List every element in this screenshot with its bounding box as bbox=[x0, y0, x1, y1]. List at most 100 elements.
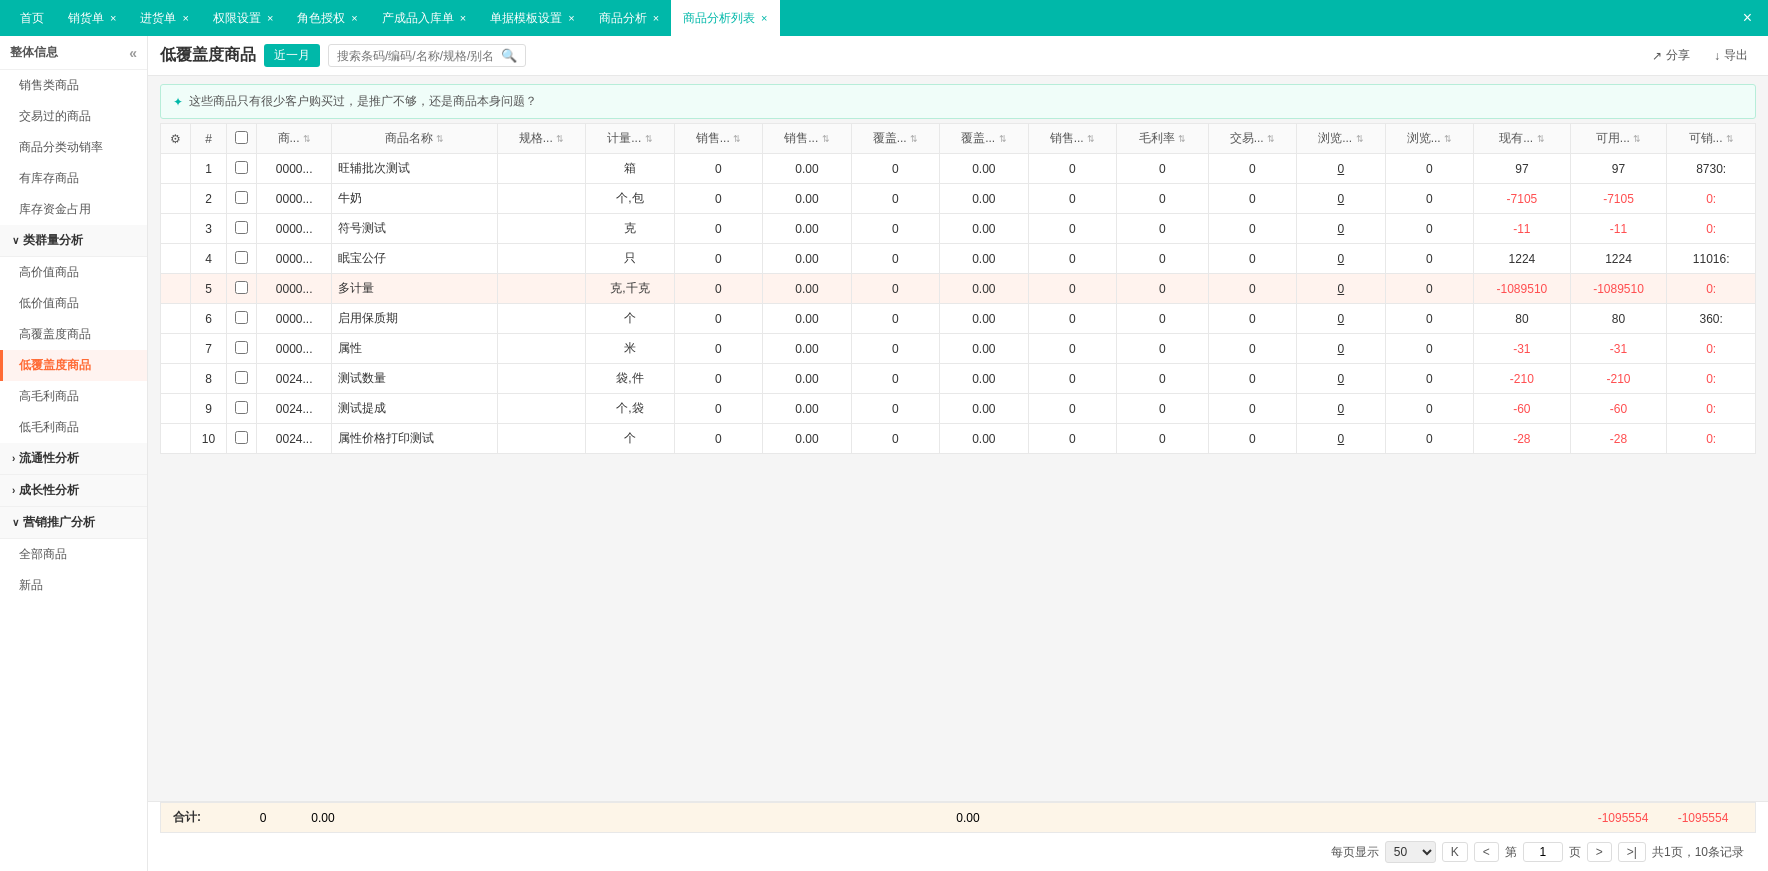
sidebar-item-low-gross[interactable]: 低毛利商品 bbox=[0, 412, 147, 443]
nav-permission-settings[interactable]: 权限设置 × bbox=[201, 0, 285, 36]
row-sales2-5: 0.00 bbox=[763, 304, 851, 334]
unit-col-header[interactable]: 计量... ⇅ bbox=[586, 124, 674, 154]
row-browse1-7[interactable]: 0 bbox=[1297, 364, 1385, 394]
row-settings-8[interactable] bbox=[161, 394, 191, 424]
sidebar-item-all-goods[interactable]: 全部商品 bbox=[0, 539, 147, 570]
nav-sales-order[interactable]: 销货单 × bbox=[56, 0, 128, 36]
sidebar-item-high-coverage[interactable]: 高覆盖度商品 bbox=[0, 319, 147, 350]
row-saleable-4: 0: bbox=[1667, 274, 1756, 304]
gross-col-header[interactable]: 毛利率 ⇅ bbox=[1117, 124, 1209, 154]
row-browse1-5[interactable]: 0 bbox=[1297, 304, 1385, 334]
row-check-2[interactable] bbox=[227, 214, 257, 244]
last-page-button[interactable]: >| bbox=[1618, 842, 1646, 862]
window-close-button[interactable]: × bbox=[1735, 9, 1760, 27]
sales1-col-header[interactable]: 销售... ⇅ bbox=[674, 124, 762, 154]
search-input[interactable] bbox=[337, 49, 497, 63]
search-icon[interactable]: 🔍 bbox=[501, 48, 517, 63]
nav-product-analysis[interactable]: 商品分析 × bbox=[587, 0, 671, 36]
row-settings-1[interactable] bbox=[161, 184, 191, 214]
first-page-button[interactable]: K bbox=[1442, 842, 1468, 862]
sidebar-item-new-goods[interactable]: 新品 bbox=[0, 570, 147, 601]
sidebar-item-low-value[interactable]: 低价值商品 bbox=[0, 288, 147, 319]
sidebar-item-traded-goods[interactable]: 交易过的商品 bbox=[0, 101, 147, 132]
nav-close-template[interactable]: × bbox=[568, 12, 574, 24]
settings-col-header[interactable]: ⚙ bbox=[161, 124, 191, 154]
sidebar-item-in-stock[interactable]: 有库存商品 bbox=[0, 163, 147, 194]
row-settings-3[interactable] bbox=[161, 244, 191, 274]
browse1-col-header[interactable]: 浏览... ⇅ bbox=[1297, 124, 1385, 154]
share-button[interactable]: ↗ 分享 bbox=[1644, 44, 1698, 67]
browse2-col-header[interactable]: 浏览... ⇅ bbox=[1385, 124, 1473, 154]
row-check-4[interactable] bbox=[227, 274, 257, 304]
row-check-6[interactable] bbox=[227, 334, 257, 364]
page-size-select[interactable]: 20 50 100 bbox=[1385, 841, 1436, 863]
sidebar-collapse-button[interactable]: « bbox=[129, 45, 137, 61]
row-check-0[interactable] bbox=[227, 154, 257, 184]
sidebar-item-high-value[interactable]: 高价值商品 bbox=[0, 257, 147, 288]
trade-col-header[interactable]: 交易... ⇅ bbox=[1208, 124, 1296, 154]
current-col-header[interactable]: 现有... ⇅ bbox=[1474, 124, 1571, 154]
sidebar-item-category-rate[interactable]: 商品分类动销率 bbox=[0, 132, 147, 163]
row-browse1-2[interactable]: 0 bbox=[1297, 214, 1385, 244]
name-col-header[interactable]: 商品名称 ⇅ bbox=[332, 124, 497, 154]
sidebar-item-high-gross[interactable]: 高毛利商品 bbox=[0, 381, 147, 412]
row-check-8[interactable] bbox=[227, 394, 257, 424]
nav-template-settings[interactable]: 单据模板设置 × bbox=[478, 0, 586, 36]
row-browse1-0[interactable]: 0 bbox=[1297, 154, 1385, 184]
check-col-header[interactable] bbox=[227, 124, 257, 154]
nav-close-sales-order[interactable]: × bbox=[110, 12, 116, 24]
row-check-5[interactable] bbox=[227, 304, 257, 334]
period-button[interactable]: 近一月 bbox=[264, 44, 320, 67]
next-page-button[interactable]: > bbox=[1587, 842, 1612, 862]
row-browse1-3[interactable]: 0 bbox=[1297, 244, 1385, 274]
nav-close-role-auth[interactable]: × bbox=[351, 12, 357, 24]
prev-page-button[interactable]: < bbox=[1474, 842, 1499, 862]
nav-close-product-analysis-list[interactable]: × bbox=[761, 12, 767, 24]
page-number-input[interactable] bbox=[1523, 842, 1563, 862]
row-browse1-6[interactable]: 0 bbox=[1297, 334, 1385, 364]
export-button[interactable]: ↓ 导出 bbox=[1706, 44, 1756, 67]
sidebar-item-sales-goods[interactable]: 销售类商品 bbox=[0, 70, 147, 101]
sidebar-group-marketing-analysis[interactable]: ∨ 营销推广分析 bbox=[0, 507, 147, 539]
row-browse1-9[interactable]: 0 bbox=[1297, 424, 1385, 454]
sidebar-group-circulation-analysis[interactable]: › 流通性分析 bbox=[0, 443, 147, 475]
row-check-1[interactable] bbox=[227, 184, 257, 214]
sidebar-item-stock-funds[interactable]: 库存资金占用 bbox=[0, 194, 147, 225]
row-spec-3 bbox=[497, 244, 585, 274]
row-check-3[interactable] bbox=[227, 244, 257, 274]
available-col-header[interactable]: 可用... ⇅ bbox=[1570, 124, 1667, 154]
select-all-checkbox[interactable] bbox=[235, 131, 248, 144]
row-check-9[interactable] bbox=[227, 424, 257, 454]
row-settings-4[interactable] bbox=[161, 274, 191, 304]
cover2-col-header[interactable]: 覆盖... ⇅ bbox=[940, 124, 1028, 154]
nav-close-purchase-order[interactable]: × bbox=[182, 12, 188, 24]
nav-purchase-order[interactable]: 进货单 × bbox=[128, 0, 200, 36]
saleable-col-header[interactable]: 可销... ⇅ bbox=[1667, 124, 1756, 154]
nav-product-inbound[interactable]: 产成品入库单 × bbox=[370, 0, 478, 36]
sales3-col-header[interactable]: 销售... ⇅ bbox=[1028, 124, 1116, 154]
code-col-header[interactable]: 商... ⇅ bbox=[257, 124, 332, 154]
sales2-col-header[interactable]: 销售... ⇅ bbox=[763, 124, 851, 154]
nav-close-permission[interactable]: × bbox=[267, 12, 273, 24]
nav-role-auth[interactable]: 角色授权 × bbox=[285, 0, 369, 36]
row-browse1-4[interactable]: 0 bbox=[1297, 274, 1385, 304]
row-settings-0[interactable] bbox=[161, 154, 191, 184]
row-settings-9[interactable] bbox=[161, 424, 191, 454]
row-settings-5[interactable] bbox=[161, 304, 191, 334]
nav-close-product-analysis[interactable]: × bbox=[653, 12, 659, 24]
row-check-7[interactable] bbox=[227, 364, 257, 394]
nav-home[interactable]: 首页 bbox=[8, 0, 56, 36]
sidebar-group-cluster-analysis[interactable]: ∨ 类群量分析 bbox=[0, 225, 147, 257]
row-browse1-8[interactable]: 0 bbox=[1297, 394, 1385, 424]
sidebar-group-growth-analysis[interactable]: › 成长性分析 bbox=[0, 475, 147, 507]
sidebar-item-low-coverage[interactable]: 低覆盖度商品 bbox=[0, 350, 147, 381]
row-settings-6[interactable] bbox=[161, 334, 191, 364]
row-settings-7[interactable] bbox=[161, 364, 191, 394]
cover1-col-header[interactable]: 覆盖... ⇅ bbox=[851, 124, 939, 154]
row-settings-2[interactable] bbox=[161, 214, 191, 244]
nav-product-analysis-list[interactable]: 商品分析列表 × bbox=[671, 0, 779, 36]
row-browse1-1[interactable]: 0 bbox=[1297, 184, 1385, 214]
spec-col-header[interactable]: 规格... ⇅ bbox=[497, 124, 585, 154]
row-cover1-7: 0 bbox=[851, 364, 939, 394]
nav-close-product-inbound[interactable]: × bbox=[460, 12, 466, 24]
